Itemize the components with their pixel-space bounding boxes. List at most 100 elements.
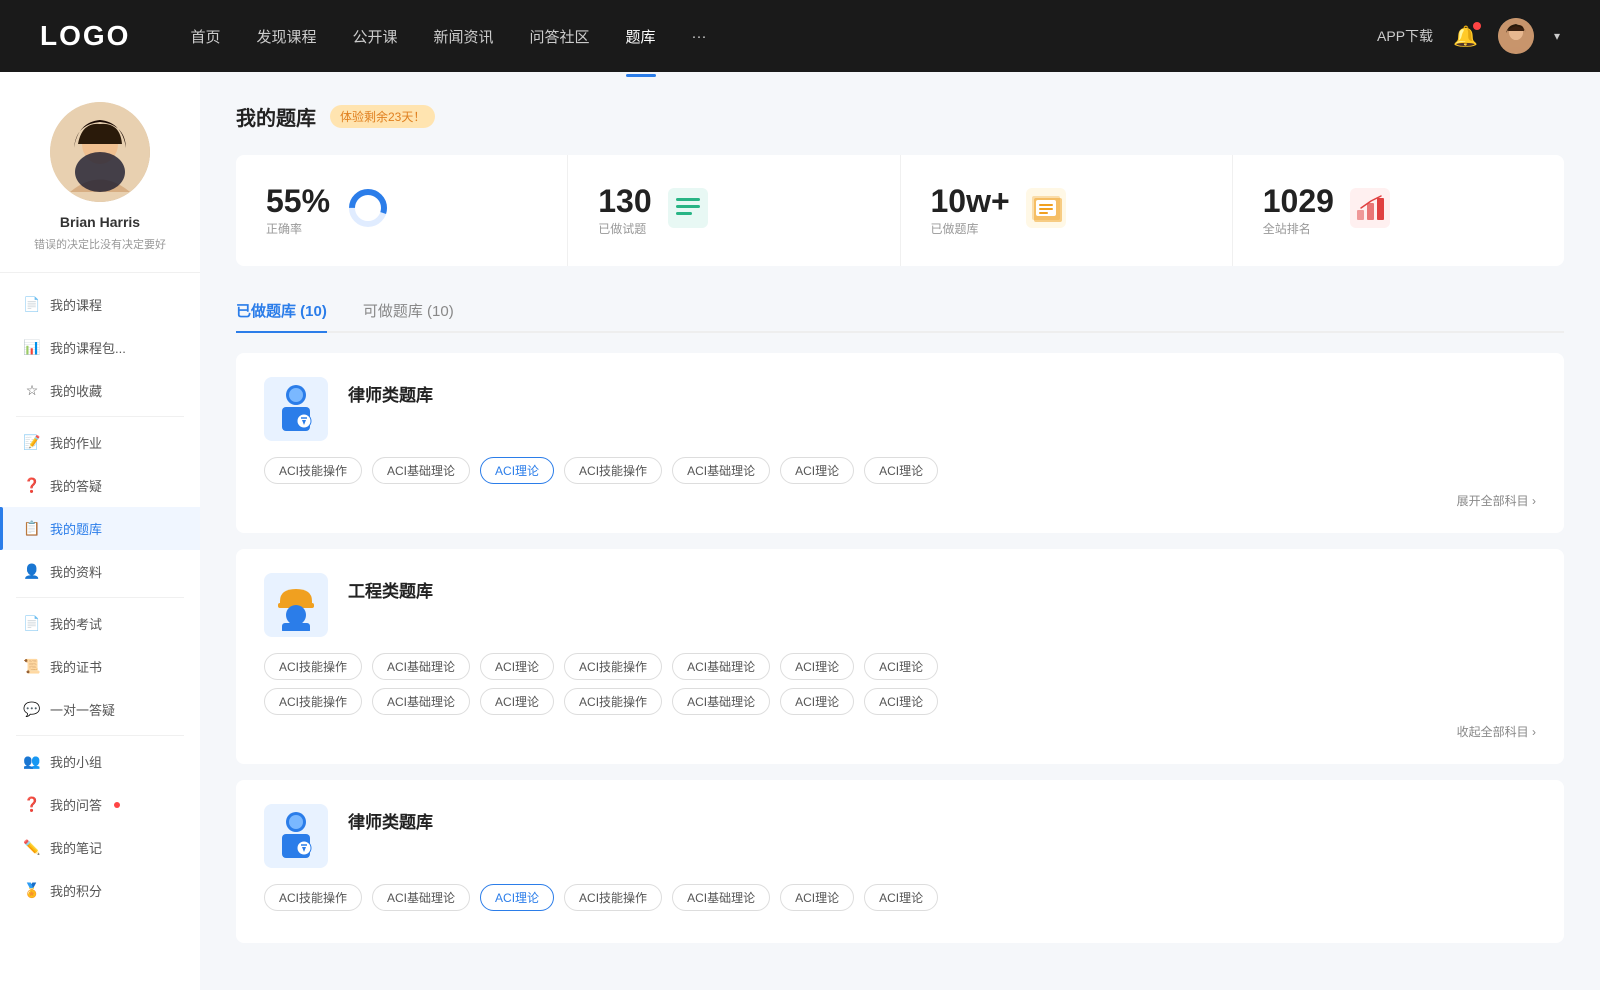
tag[interactable]: ACI理论 — [780, 457, 854, 484]
sidebar-item-label: 我的题库 — [50, 519, 102, 538]
sidebar-item-label: 我的笔记 — [50, 838, 102, 857]
tag[interactable]: ACI技能操作 — [264, 884, 362, 911]
stat-done-qbanks: 10w+ 已做题库 — [901, 155, 1233, 266]
navbar-nav: 首页 发现课程 公开课 新闻资讯 问答社区 题库 ··· — [190, 22, 1377, 51]
stat-done-questions-text: 130 已做试题 — [598, 183, 651, 238]
sidebar-item-label: 我的证书 — [50, 657, 102, 676]
tag[interactable]: ACI技能操作 — [564, 884, 662, 911]
tag[interactable]: ACI基础理论 — [372, 688, 470, 715]
points-icon: 🏅 — [24, 883, 40, 899]
sidebar-item-label: 我的课程 — [50, 295, 102, 314]
sidebar-item-profile[interactable]: 👤 我的资料 — [0, 550, 200, 593]
app-download-button[interactable]: APP下载 — [1377, 26, 1433, 46]
tag[interactable]: ACI理论 — [480, 653, 554, 680]
user-menu-chevron[interactable]: ▾ — [1554, 29, 1560, 43]
tag[interactable]: ACI基础理论 — [372, 884, 470, 911]
navbar-logo: LOGO — [40, 20, 130, 52]
expand-link-lawyer1[interactable]: 展开全部科目 › — [264, 492, 1536, 509]
tag[interactable]: ACI理论 — [864, 688, 938, 715]
qbank-title-lawyer1: 律师类题库 — [348, 377, 433, 406]
qbank-card-header-engineer: 工程类题库 — [264, 573, 1536, 637]
nav-opencourse[interactable]: 公开课 — [352, 22, 397, 51]
nav-more[interactable]: ··· — [692, 24, 707, 49]
sidebar-item-homework[interactable]: 📝 我的作业 — [0, 421, 200, 464]
notification-bell[interactable]: 🔔 — [1453, 24, 1478, 49]
homework-icon: 📝 — [24, 435, 40, 451]
nav-qa[interactable]: 问答社区 — [530, 22, 590, 51]
user-avatar[interactable] — [1498, 18, 1534, 54]
qbank-title-engineer: 工程类题库 — [348, 573, 433, 602]
tag[interactable]: ACI理论 — [864, 457, 938, 484]
stat-rank: 1029 全站排名 — [1233, 155, 1564, 266]
sidebar-user-name: Brian Harris — [60, 214, 140, 230]
sidebar-item-qbank[interactable]: 📋 我的题库 — [0, 507, 200, 550]
sidebar-item-questions[interactable]: ❓ 我的答疑 — [0, 464, 200, 507]
page-title: 我的题库 — [236, 102, 316, 131]
tag[interactable]: ACI理论 — [780, 653, 854, 680]
lawyer-icon-wrap — [264, 377, 328, 441]
stat-rank-text: 1029 全站排名 — [1263, 183, 1334, 238]
exam-icon: 📄 — [24, 616, 40, 632]
tag[interactable]: ACI理论 — [780, 688, 854, 715]
lawyer-icon-2 — [272, 810, 320, 862]
stat-done-questions: 130 已做试题 — [568, 155, 900, 266]
tag[interactable]: ACI基础理论 — [672, 457, 770, 484]
tag[interactable]: ACI基础理论 — [372, 653, 470, 680]
nav-news[interactable]: 新闻资讯 — [434, 22, 494, 51]
nav-home[interactable]: 首页 — [190, 22, 220, 51]
sidebar-item-favorites[interactable]: ☆ 我的收藏 — [0, 369, 200, 412]
sidebar-item-my-course[interactable]: 📄 我的课程 — [0, 283, 200, 326]
stats-row: 55% 正确率 130 已做试题 — [236, 155, 1564, 266]
tag[interactable]: ACI技能操作 — [264, 457, 362, 484]
done-qbanks-icon — [1026, 188, 1066, 233]
nav-discover[interactable]: 发现课程 — [256, 22, 316, 51]
qbank-card-header-lawyer1: 律师类题库 — [264, 377, 1536, 441]
nav-qbank[interactable]: 题库 — [626, 22, 656, 51]
tag[interactable]: ACI技能操作 — [564, 457, 662, 484]
title-text-engineer: 工程类题库 — [348, 577, 433, 602]
tag-active[interactable]: ACI理论 — [480, 884, 554, 911]
stat-accuracy-text: 55% 正确率 — [266, 183, 330, 238]
tag[interactable]: ACI技能操作 — [564, 688, 662, 715]
sidebar-item-exam[interactable]: 📄 我的考试 — [0, 602, 200, 645]
tag[interactable]: ACI基础理论 — [672, 884, 770, 911]
navbar-right: APP下载 🔔 ▾ — [1377, 18, 1560, 54]
tab-available-qbank[interactable]: 可做题库 (10) — [363, 290, 454, 331]
sidebar-menu: 📄 我的课程 📊 我的课程包... ☆ 我的收藏 📝 我的作业 ❓ 我的答疑 � — [0, 273, 200, 922]
tag[interactable]: ACI理论 — [864, 653, 938, 680]
stat-done-questions-label: 已做试题 — [598, 222, 646, 236]
collapse-link-engineer[interactable]: 收起全部科目 › — [264, 723, 1536, 740]
tab-done-qbank[interactable]: 已做题库 (10) — [236, 290, 327, 331]
tag[interactable]: ACI理论 — [480, 688, 554, 715]
tag[interactable]: ACI技能操作 — [264, 653, 362, 680]
sidebar-user-motto: 错误的决定比没有决定要好 — [34, 236, 166, 252]
tags-lawyer2: ACI技能操作 ACI基础理论 ACI理论 ACI技能操作 ACI基础理论 AC… — [264, 884, 1536, 911]
tag[interactable]: ACI基础理论 — [672, 653, 770, 680]
stat-rank-label: 全站排名 — [1263, 222, 1311, 236]
tabs-row: 已做题库 (10) 可做题库 (10) — [236, 290, 1564, 333]
tag[interactable]: ACI技能操作 — [264, 688, 362, 715]
tag[interactable]: ACI理论 — [780, 884, 854, 911]
tag[interactable]: ACI基础理论 — [372, 457, 470, 484]
sidebar-item-points[interactable]: 🏅 我的积分 — [0, 869, 200, 912]
sidebar-item-notes[interactable]: ✏️ 我的笔记 — [0, 826, 200, 869]
main-content: 我的题库 体验剩余23天！ 55% 正确率 — [200, 72, 1600, 990]
sidebar-item-group[interactable]: 👥 我的小组 — [0, 740, 200, 783]
sidebar-item-one-on-one[interactable]: 💬 一对一答疑 — [0, 688, 200, 731]
tag[interactable]: ACI技能操作 — [564, 653, 662, 680]
qbank-card-lawyer2: 律师类题库 ACI技能操作 ACI基础理论 ACI理论 ACI技能操作 ACI基… — [236, 780, 1564, 943]
tag-active[interactable]: ACI理论 — [480, 457, 554, 484]
sidebar-divider-1 — [16, 416, 184, 417]
sidebar-item-label: 我的课程包... — [50, 338, 126, 357]
course-package-icon: 📊 — [24, 340, 40, 356]
navbar: LOGO 首页 发现课程 公开课 新闻资讯 问答社区 题库 ··· APP下载 … — [0, 0, 1600, 72]
tag[interactable]: ACI基础理论 — [672, 688, 770, 715]
done-questions-icon — [668, 188, 708, 233]
sidebar-item-course-package[interactable]: 📊 我的课程包... — [0, 326, 200, 369]
tags-engineer-row2: ACI技能操作 ACI基础理论 ACI理论 ACI技能操作 ACI基础理论 AC… — [264, 688, 1536, 715]
stat-done-qbanks-label: 已做题库 — [931, 222, 979, 236]
tag[interactable]: ACI理论 — [864, 884, 938, 911]
sidebar-item-my-qa[interactable]: ❓ 我的问答 — [0, 783, 200, 826]
sidebar-item-certificate[interactable]: 📜 我的证书 — [0, 645, 200, 688]
qbank-card-lawyer1: 律师类题库 ACI技能操作 ACI基础理论 ACI理论 ACI技能操作 ACI基… — [236, 353, 1564, 533]
